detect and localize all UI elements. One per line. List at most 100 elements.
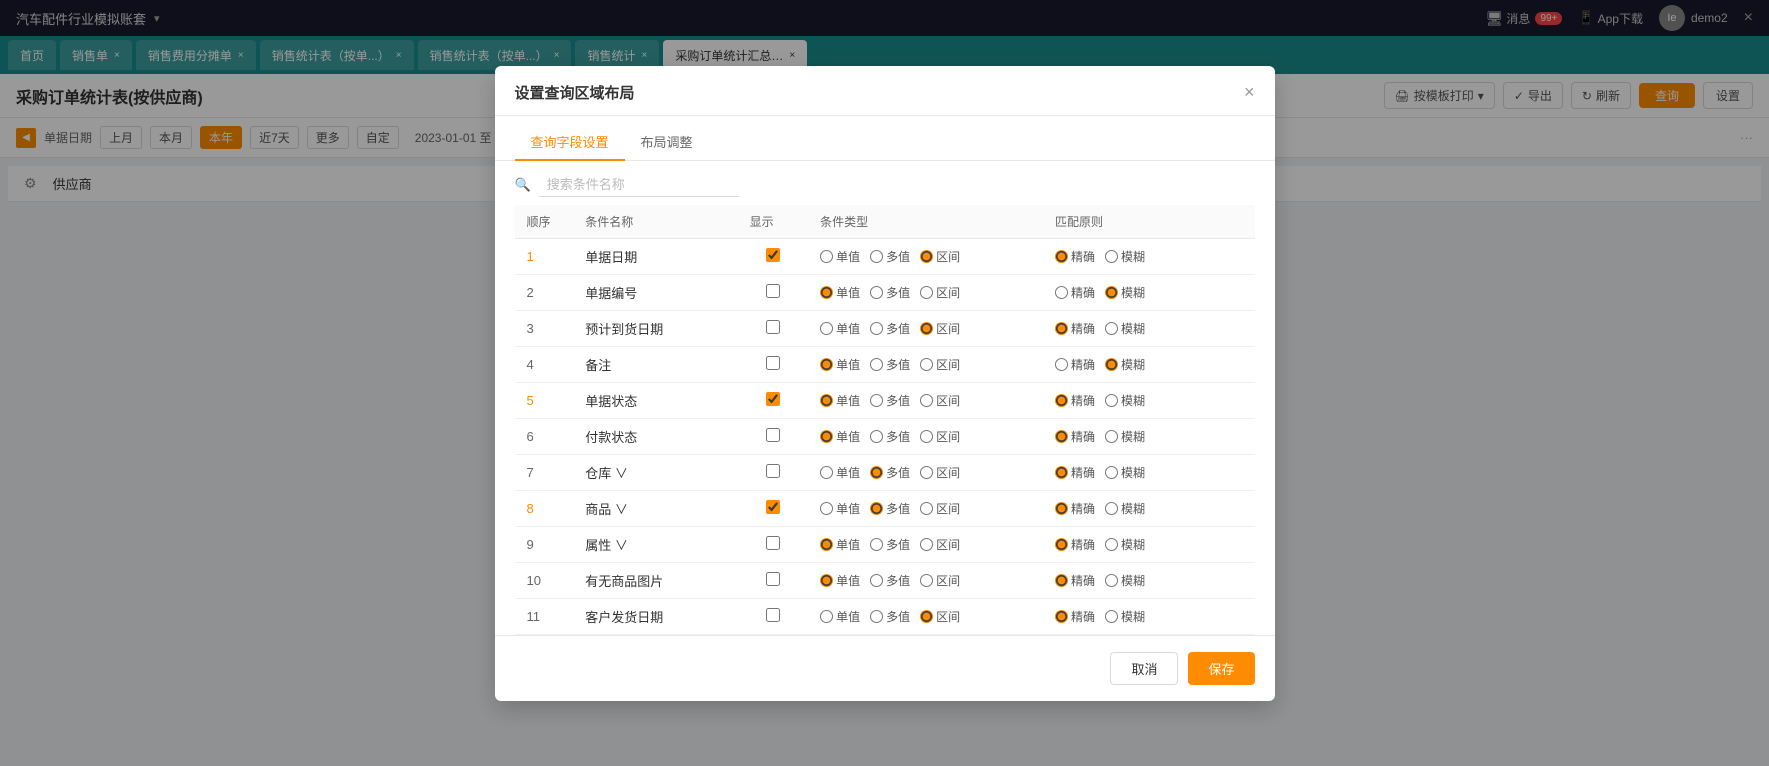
match-radio-item[interactable]: 精确	[1055, 320, 1095, 337]
type-radio-input[interactable]	[820, 502, 833, 515]
match-radio-input[interactable]	[1055, 322, 1068, 335]
show-checkbox[interactable]	[766, 392, 780, 406]
match-radio-input[interactable]	[1055, 286, 1068, 299]
match-radio-item[interactable]: 模糊	[1105, 536, 1145, 553]
type-radio-item[interactable]: 区间	[920, 284, 960, 301]
show-checkbox[interactable]	[766, 536, 780, 550]
type-radio-input[interactable]	[870, 286, 883, 299]
match-radio-input[interactable]	[1055, 538, 1068, 551]
type-radio-item[interactable]: 单值	[820, 428, 860, 445]
match-radio-item[interactable]: 模糊	[1105, 392, 1145, 409]
match-radio-item[interactable]: 精确	[1055, 464, 1095, 481]
match-radio-item[interactable]: 精确	[1055, 608, 1095, 625]
match-radio-item[interactable]: 精确	[1055, 356, 1095, 373]
match-radio-input[interactable]	[1105, 250, 1118, 263]
type-radio-input[interactable]	[870, 502, 883, 515]
type-radio-item[interactable]: 多值	[870, 284, 910, 301]
match-radio-input[interactable]	[1105, 574, 1118, 587]
type-radio-item[interactable]: 多值	[870, 572, 910, 589]
dialog-tab-query-fields[interactable]: 查询字段设置	[515, 124, 625, 161]
match-radio-input[interactable]	[1055, 502, 1068, 515]
type-radio-item[interactable]: 单值	[820, 464, 860, 481]
match-radio-input[interactable]	[1055, 250, 1068, 263]
match-radio-item[interactable]: 模糊	[1105, 464, 1145, 481]
match-radio-item[interactable]: 精确	[1055, 536, 1095, 553]
dialog-tab-layout[interactable]: 布局调整	[625, 124, 709, 161]
show-checkbox[interactable]	[766, 356, 780, 370]
type-radio-item[interactable]: 区间	[920, 536, 960, 553]
match-radio-input[interactable]	[1105, 538, 1118, 551]
match-radio-item[interactable]: 模糊	[1105, 500, 1145, 517]
type-radio-item[interactable]: 多值	[870, 500, 910, 517]
match-radio-input[interactable]	[1105, 610, 1118, 623]
type-radio-input[interactable]	[870, 250, 883, 263]
match-radio-item[interactable]: 精确	[1055, 392, 1095, 409]
show-checkbox[interactable]	[766, 608, 780, 622]
type-radio-input[interactable]	[870, 430, 883, 443]
match-radio-item[interactable]: 模糊	[1105, 320, 1145, 337]
show-checkbox[interactable]	[766, 500, 780, 514]
type-radio-input[interactable]	[820, 358, 833, 371]
match-radio-input[interactable]	[1105, 466, 1118, 479]
match-radio-item[interactable]: 精确	[1055, 572, 1095, 589]
match-radio-input[interactable]	[1055, 358, 1068, 371]
type-radio-input[interactable]	[920, 394, 933, 407]
show-checkbox[interactable]	[766, 464, 780, 478]
type-radio-item[interactable]: 多值	[870, 392, 910, 409]
match-radio-input[interactable]	[1105, 394, 1118, 407]
dialog-close-button[interactable]: ×	[1244, 83, 1255, 101]
type-radio-input[interactable]	[920, 610, 933, 623]
type-radio-item[interactable]: 多值	[870, 320, 910, 337]
type-radio-input[interactable]	[820, 466, 833, 479]
match-radio-item[interactable]: 模糊	[1105, 356, 1145, 373]
type-radio-item[interactable]: 单值	[820, 500, 860, 517]
type-radio-item[interactable]: 单值	[820, 608, 860, 625]
type-radio-item[interactable]: 单值	[820, 356, 860, 373]
match-radio-input[interactable]	[1055, 610, 1068, 623]
type-radio-input[interactable]	[870, 466, 883, 479]
type-radio-input[interactable]	[870, 610, 883, 623]
type-radio-input[interactable]	[820, 322, 833, 335]
type-radio-input[interactable]	[920, 286, 933, 299]
type-radio-input[interactable]	[870, 574, 883, 587]
match-radio-item[interactable]: 模糊	[1105, 248, 1145, 265]
show-checkbox[interactable]	[766, 572, 780, 586]
type-radio-input[interactable]	[820, 538, 833, 551]
type-radio-item[interactable]: 单值	[820, 392, 860, 409]
type-radio-input[interactable]	[920, 538, 933, 551]
type-radio-item[interactable]: 多值	[870, 464, 910, 481]
match-radio-input[interactable]	[1105, 430, 1118, 443]
match-radio-item[interactable]: 精确	[1055, 284, 1095, 301]
type-radio-item[interactable]: 多值	[870, 608, 910, 625]
type-radio-item[interactable]: 区间	[920, 500, 960, 517]
type-radio-input[interactable]	[820, 574, 833, 587]
match-radio-input[interactable]	[1105, 322, 1118, 335]
type-radio-item[interactable]: 单值	[820, 248, 860, 265]
show-checkbox[interactable]	[766, 320, 780, 334]
match-radio-item[interactable]: 模糊	[1105, 572, 1145, 589]
type-radio-item[interactable]: 区间	[920, 572, 960, 589]
type-radio-input[interactable]	[920, 502, 933, 515]
type-radio-item[interactable]: 多值	[870, 536, 910, 553]
type-radio-input[interactable]	[920, 358, 933, 371]
cancel-button[interactable]: 取消	[1110, 652, 1178, 685]
type-radio-input[interactable]	[820, 610, 833, 623]
match-radio-item[interactable]: 模糊	[1105, 284, 1145, 301]
type-radio-input[interactable]	[920, 250, 933, 263]
match-radio-item[interactable]: 精确	[1055, 428, 1095, 445]
show-checkbox[interactable]	[766, 248, 780, 262]
match-radio-item[interactable]: 模糊	[1105, 428, 1145, 445]
show-checkbox[interactable]	[766, 284, 780, 298]
match-radio-input[interactable]	[1105, 286, 1118, 299]
type-radio-input[interactable]	[870, 322, 883, 335]
type-radio-item[interactable]: 区间	[920, 464, 960, 481]
type-radio-input[interactable]	[870, 358, 883, 371]
type-radio-input[interactable]	[820, 286, 833, 299]
type-radio-item[interactable]: 区间	[920, 356, 960, 373]
type-radio-input[interactable]	[820, 394, 833, 407]
match-radio-item[interactable]: 精确	[1055, 248, 1095, 265]
save-button[interactable]: 保存	[1188, 652, 1254, 685]
match-radio-item[interactable]: 模糊	[1105, 608, 1145, 625]
type-radio-item[interactable]: 区间	[920, 392, 960, 409]
type-radio-item[interactable]: 区间	[920, 428, 960, 445]
